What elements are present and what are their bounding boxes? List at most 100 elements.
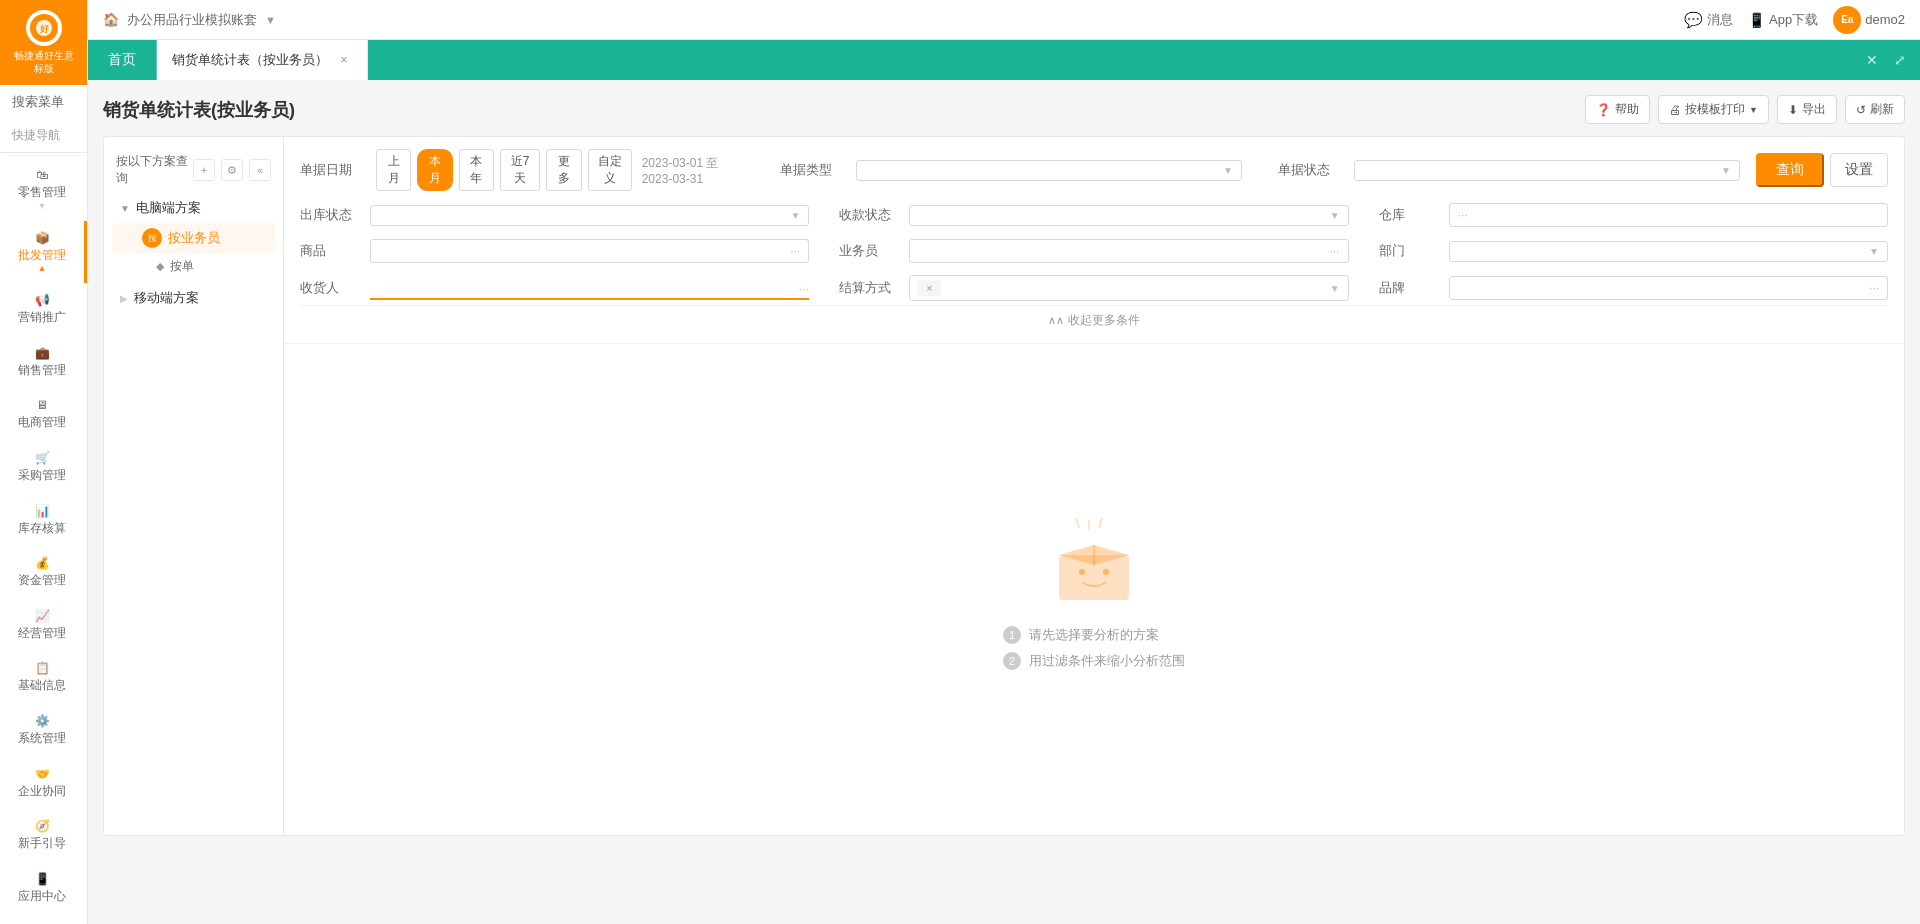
sidebar-item-label: 采购管理 (18, 468, 66, 484)
left-panel-header: 按以下方案查询 + ⚙ « (104, 147, 283, 193)
out-status-select[interactable]: ▼ (370, 205, 809, 226)
sidebar-item-sales[interactable]: 💼 销售管理 (0, 336, 87, 389)
add-scheme-button[interactable]: + (193, 159, 215, 181)
sidebar-item-label: 企业协同 (18, 784, 66, 800)
sidebar-item-operations[interactable]: 📈 经营管理 (0, 599, 87, 652)
hint-num-1: 1 (1003, 626, 1021, 644)
cooperation-icon: 🤝 (35, 767, 50, 781)
filter-row-3: 商品 ··· 业务员 ··· 部门 ▼ (300, 239, 1888, 263)
dept-dropdown-icon: ▼ (1869, 246, 1879, 257)
filter-area: 单据日期 上月 本月 本年 近7天 更多 自定义 2023-03-01 至 20… (284, 137, 1904, 344)
payment-tag-close[interactable]: × (926, 282, 932, 294)
brand-icon: 好 (35, 19, 53, 37)
download-icon: 📱 (1748, 12, 1765, 28)
export-label: 导出 (1802, 101, 1826, 118)
settings-button[interactable]: 设置 (1830, 153, 1888, 187)
scheme-settings-button[interactable]: ⚙ (221, 159, 243, 181)
page-title: 销货单统计表(按业务员) (103, 98, 295, 122)
export-icon: ⬇ (1788, 103, 1798, 117)
scheme-by-order[interactable]: ◆ 按单 (112, 253, 275, 280)
collect-status-select[interactable]: ▼ (909, 205, 1348, 226)
goods-label: 商品 (300, 242, 360, 260)
dropdown-trigger[interactable]: ▼ (265, 14, 276, 26)
empty-hints: 1 请先选择要分析的方案 2 用过滤条件来缩小分析范围 (1003, 626, 1185, 670)
bill-type-dropdown-icon: ▼ (1223, 165, 1233, 176)
sidebar-item-ecommerce[interactable]: 🖥 电商管理 (0, 388, 87, 441)
search-menu-item[interactable]: 搜索菜单 (0, 85, 87, 119)
sidebar-item-label: 新手引导 (18, 836, 66, 852)
date-filter: 上月 本月 本年 近7天 更多 自定义 2023-03-01 至 2023-03… (376, 149, 744, 191)
sidebar-item-cooperation[interactable]: 🤝 企业协同 (0, 757, 87, 810)
query-button[interactable]: 查询 (1756, 153, 1824, 187)
brand-more-icon: ··· (1869, 281, 1879, 295)
brand-label: 品牌 (1379, 279, 1439, 297)
bill-status-select[interactable]: ▼ (1354, 160, 1740, 181)
sidebar-item-inventory[interactable]: 📊 库存核算 (0, 494, 87, 547)
sidebar-item-label: 销售管理 (18, 363, 66, 379)
mobile-expand-icon: ▶ (120, 293, 128, 304)
warehouse-more-icon: ··· (1458, 208, 1468, 222)
header-right: 💬 消息 📱 App下载 Ea demo2 (1684, 6, 1905, 34)
quick-nav: 快捷导航 (0, 119, 87, 153)
hint-num-2: 2 (1003, 652, 1021, 670)
warehouse-label: 仓库 (1379, 206, 1439, 224)
collapse-more-conditions-btn[interactable]: ∧∧ 收起更多条件 (300, 305, 1888, 335)
print-button[interactable]: 🖨 按模板打印 ▼ (1658, 95, 1769, 124)
tab-close-all-button[interactable]: ✕ (1862, 50, 1882, 70)
scheme-collapse-button[interactable]: « (249, 159, 271, 181)
scheme-by-salesperson[interactable]: 按 按业务员 (112, 223, 275, 253)
custom-date-btn[interactable]: 自定义 (588, 149, 632, 191)
refresh-label: 刷新 (1870, 101, 1894, 118)
sidebar-item-purchase[interactable]: 🛒 采购管理 (0, 441, 87, 494)
user-profile[interactable]: Ea demo2 (1833, 6, 1905, 34)
tab-close-button[interactable]: × (336, 52, 352, 68)
active-scheme-icon: 按 (142, 228, 162, 248)
this-year-btn[interactable]: 本年 (459, 149, 494, 191)
sidebar-item-wholesale[interactable]: 📦 批发管理 ▲ (0, 221, 87, 284)
brand-select[interactable]: ··· (1449, 276, 1888, 300)
sidebar-item-system[interactable]: ⚙️ 系统管理 (0, 704, 87, 757)
help-button[interactable]: ❓ 帮助 (1585, 95, 1650, 124)
sidebar-item-basic[interactable]: 📋 基础信息 (0, 651, 87, 704)
sidebar-item-apps[interactable]: 📱 应用中心 (0, 862, 87, 915)
tab-current[interactable]: 销货单统计表（按业务员） × (157, 40, 368, 80)
sidebar-item-guide[interactable]: 🧭 新手引导 (0, 809, 87, 862)
chevron-down-icon: ▼ (265, 14, 276, 26)
mobile-scheme-group: ▶ 移动端方案 (104, 284, 283, 312)
svg-line-7 (1099, 518, 1102, 528)
dept-select[interactable]: ▼ (1449, 241, 1888, 262)
mobile-scheme-parent[interactable]: ▶ 移动端方案 (112, 284, 275, 312)
svg-point-4 (1079, 569, 1085, 575)
tab-home[interactable]: 首页 (88, 40, 157, 80)
bill-type-select[interactable]: ▼ (856, 160, 1242, 181)
sidebar-item-wechat[interactable]: 💬 企业微信 (0, 914, 87, 924)
last-month-btn[interactable]: 上月 (376, 149, 411, 191)
payment-select[interactable]: × ▼ (909, 275, 1348, 301)
last7-btn[interactable]: 近7天 (500, 149, 540, 191)
goods-select[interactable]: ··· (370, 239, 809, 263)
sidebar-item-finance[interactable]: 💰 资金管理 (0, 546, 87, 599)
tab-expand-button[interactable]: ⤢ (1890, 50, 1910, 70)
sidebar-item-retail[interactable]: 🛍 零售管理 ▼ (0, 158, 87, 221)
receiver-input[interactable] (370, 276, 809, 300)
chevron-icon: ▲ (38, 263, 47, 273)
warehouse-input[interactable]: ··· (1449, 203, 1888, 227)
salesperson-select[interactable]: ··· (909, 239, 1348, 263)
print-icon: 🖨 (1669, 103, 1681, 117)
messages-label: 消息 (1707, 11, 1733, 29)
messages-btn[interactable]: 💬 消息 (1684, 11, 1733, 29)
receiver-more-icon[interactable]: ··· (798, 281, 809, 296)
app-download-btn[interactable]: 📱 App下载 (1748, 11, 1818, 29)
tree-expand-icon: ▼ (120, 203, 130, 214)
export-button[interactable]: ⬇ 导出 (1777, 95, 1837, 124)
refresh-button[interactable]: ↺ 刷新 (1845, 95, 1905, 124)
pc-scheme-parent[interactable]: ▼ 电脑端方案 (112, 193, 275, 223)
sidebar-item-marketing[interactable]: 📢 营销推广 (0, 283, 87, 336)
more-date-btn[interactable]: 更多 (546, 149, 581, 191)
logo-area[interactable]: 好 畅捷通好生意 标版 (0, 0, 87, 85)
inventory-icon: 📊 (35, 504, 50, 518)
this-month-btn[interactable]: 本月 (417, 149, 452, 191)
operations-icon: 📈 (35, 609, 50, 623)
sales-icon: 💼 (35, 346, 50, 360)
page-actions: ❓ 帮助 🖨 按模板打印 ▼ ⬇ 导出 ↺ 刷新 (1585, 95, 1905, 124)
